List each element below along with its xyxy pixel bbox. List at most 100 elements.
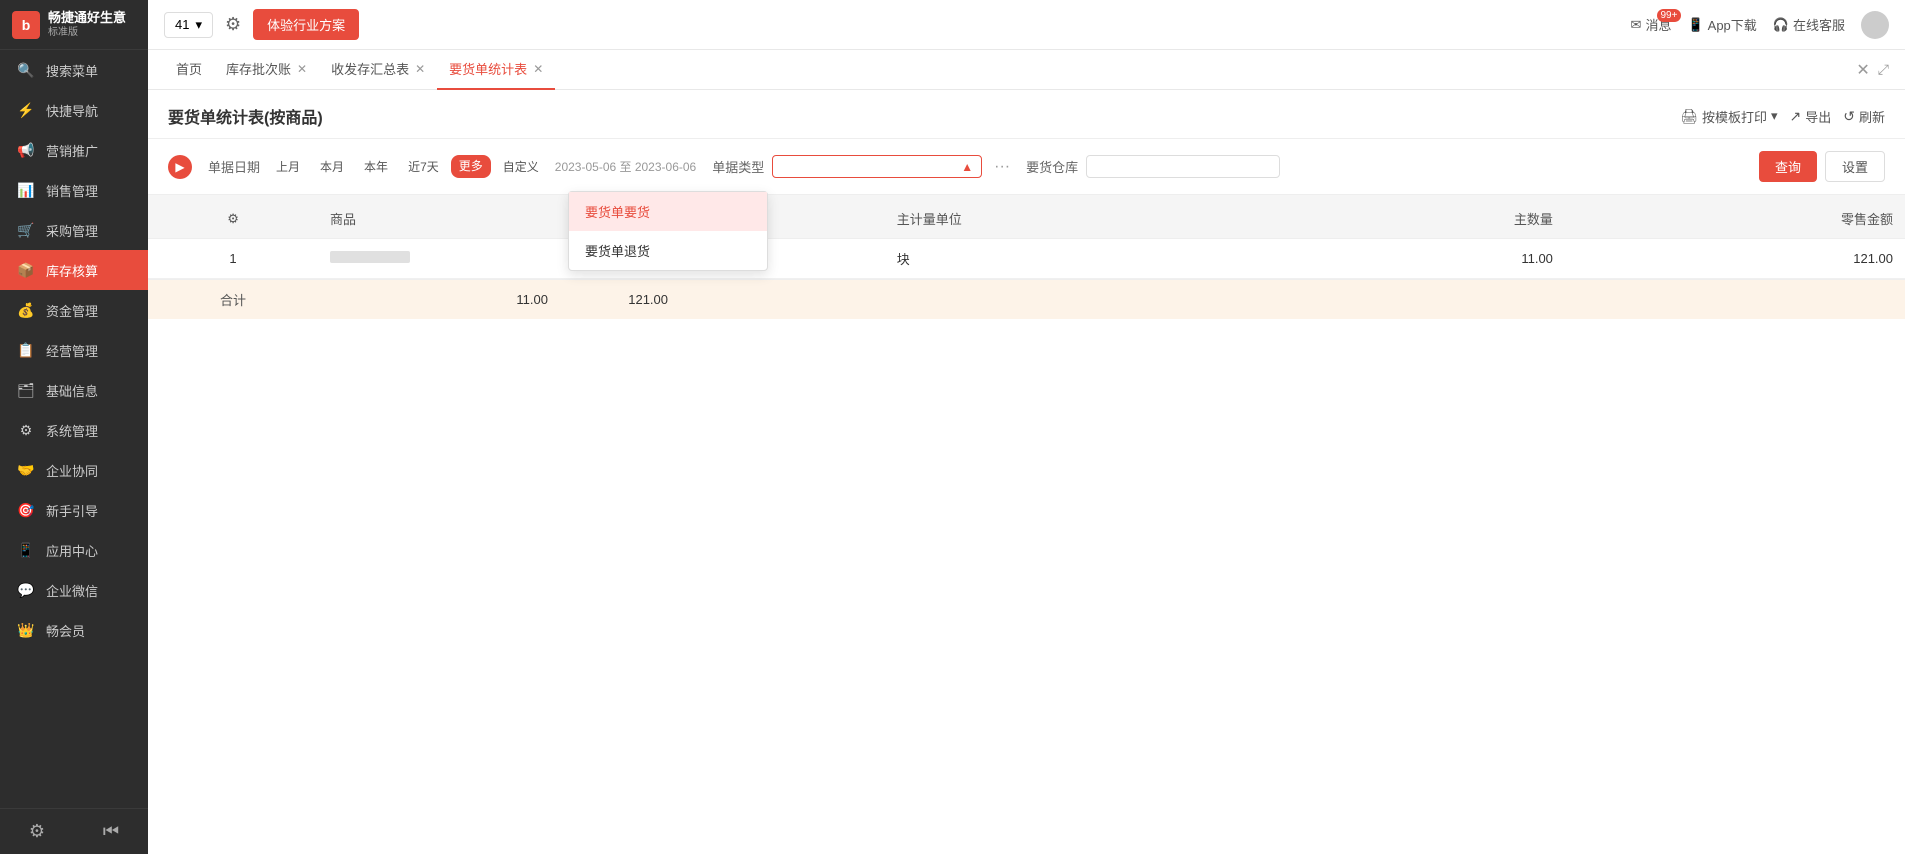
collapse-icon[interactable]: ⏮	[95, 817, 127, 846]
date-range-buttons: 上月 本月 本年 近7天 更多 自定义	[268, 155, 547, 178]
export-icon: ↗	[1790, 108, 1802, 125]
sidebar-item-sales[interactable]: 📊 销售管理	[0, 170, 148, 210]
filter-more-icon[interactable]: ···	[994, 158, 1010, 176]
tab-close-all[interactable]: ✕ ⤢	[1856, 60, 1889, 80]
sidebar-item-quicknav[interactable]: ⚡ 快捷导航	[0, 90, 148, 130]
settings-icon[interactable]: ⚙	[21, 817, 53, 846]
type-select-input[interactable]	[781, 159, 957, 174]
table-row: 1 块 11.00 121.00	[148, 239, 1905, 279]
tab-home[interactable]: 首页	[164, 50, 214, 90]
query-button[interactable]: 查询	[1759, 151, 1817, 182]
tab-inventory_batch[interactable]: 库存批次账✕	[214, 50, 319, 90]
page-area: 要货单统计表(按商品) 🖨 按模板打印 ▾ ↗ 导出 ↺ 刷新 ▶	[148, 90, 1905, 854]
inventory-icon: 📦	[16, 260, 36, 280]
dropdown-item-2[interactable]: 要货单退货	[569, 231, 767, 270]
col-settings-icon[interactable]: ⚙	[227, 211, 239, 226]
refresh-icon: ↺	[1843, 108, 1855, 125]
sidebar-label-quicknav: 快捷导航	[46, 101, 98, 120]
tab-close-order_summary[interactable]: ✕	[533, 62, 543, 76]
sidebar-item-marketing[interactable]: 📢 营销推广	[0, 130, 148, 170]
chevron-down-icon: ▾	[195, 17, 202, 33]
footer-amount: 121.00	[560, 292, 680, 307]
cell-amount-0: 121.00	[1565, 239, 1905, 279]
sidebar-item-basic[interactable]: 🗂 基础信息	[0, 370, 148, 410]
sidebar-label-basic: 基础信息	[46, 381, 98, 400]
page-header-actions: 🖨 按模板打印 ▾ ↗ 导出 ↺ 刷新	[1680, 107, 1885, 126]
sidebar-label-enterprise: 企业协同	[46, 461, 98, 480]
sidebar-label-guide: 新手引导	[46, 501, 98, 520]
topbar: 41 ▾ ⚙ 体验行业方案 ✉ 消息 99+ 📱 App下载 🎧 在线客服	[148, 0, 1905, 50]
print-button[interactable]: 🖨 按模板打印 ▾	[1680, 107, 1777, 126]
logo-icon: b	[12, 11, 40, 39]
sidebar-bottom: ⚙ ⏮	[0, 808, 148, 854]
sidebar-item-search[interactable]: 🔍 搜索菜单	[0, 50, 148, 90]
messages-button[interactable]: ✉ 消息 99+	[1631, 15, 1672, 34]
app-download-button[interactable]: 📱 App下载	[1687, 15, 1756, 34]
company-selector[interactable]: 41 ▾	[164, 12, 213, 38]
export-button[interactable]: ↗ 导出	[1790, 107, 1832, 126]
sidebar-label-inventory: 库存核算	[46, 261, 98, 280]
sidebar-item-purchase[interactable]: 🛒 采购管理	[0, 210, 148, 250]
dropdown-item-1[interactable]: 要货单要货	[569, 192, 767, 231]
filter-settings-button[interactable]: 设置	[1825, 151, 1885, 182]
sidebar-label-marketing: 营销推广	[46, 141, 98, 160]
close-all-icon: ✕	[1856, 60, 1869, 80]
tab-label-order_summary: 要货单统计表	[449, 59, 527, 78]
sidebar-item-appstore[interactable]: 📱 应用中心	[0, 530, 148, 570]
app-logo: b 畅捷通好生意 标准版	[0, 0, 148, 50]
message-icon: ✉	[1631, 17, 1642, 33]
search-icon: 🔍	[16, 60, 36, 80]
vip-icon: 👑	[16, 620, 36, 640]
sidebar-item-system[interactable]: ⚙ 系统管理	[0, 410, 148, 450]
refresh-button[interactable]: ↺ 刷新	[1843, 107, 1885, 126]
footer-qty: 11.00	[440, 292, 560, 307]
wechat-icon: 💬	[16, 580, 36, 600]
cell-unit-0: 块	[885, 239, 1225, 279]
quicknav-icon: ⚡	[16, 100, 36, 120]
trial-button[interactable]: 体验行业方案	[253, 9, 359, 40]
sidebar-item-vip[interactable]: 👑 畅会员	[0, 610, 148, 650]
this-month-btn[interactable]: 本月	[312, 155, 352, 178]
tab-close-inventory_batch[interactable]: ✕	[297, 62, 307, 76]
sidebar-item-inventory[interactable]: 📦 库存核算	[0, 250, 148, 290]
sidebar: b 畅捷通好生意 标准版 🔍 搜索菜单 ⚡ 快捷导航 📢 营销推广 📊 销售管理…	[0, 0, 148, 854]
print-icon: 🖨	[1680, 108, 1698, 125]
date-filter-group: 单据日期 上月 本月 本年 近7天 更多 自定义 2023-05-06 至 20…	[208, 155, 696, 178]
sidebar-item-guide[interactable]: 🎯 新手引导	[0, 490, 148, 530]
online-service-button[interactable]: 🎧 在线客服	[1773, 15, 1845, 34]
main-content: 41 ▾ ⚙ 体验行业方案 ✉ 消息 99+ 📱 App下载 🎧 在线客服	[148, 0, 1905, 854]
operation-icon: 📋	[16, 340, 36, 360]
sidebar-label-wechat: 企业微信	[46, 581, 98, 600]
tab-close-receive_summary[interactable]: ✕	[415, 62, 425, 76]
filter-expand-button[interactable]: ▶	[168, 155, 192, 179]
type-filter-group: 单据类型 ▲ ···	[712, 155, 1010, 178]
last-7-days-btn[interactable]: 近7天	[400, 155, 447, 178]
filter-actions: 查询 设置	[1759, 151, 1885, 182]
marketing-icon: 📢	[16, 140, 36, 160]
tab-label-receive_summary: 收发存汇总表	[331, 59, 409, 78]
prev-month-btn[interactable]: 上月	[268, 155, 308, 178]
page-title: 要货单统计表(按商品)	[168, 104, 323, 128]
maximize-icon: ⤢	[1878, 61, 1889, 78]
tab-order_summary[interactable]: 要货单统计表 ✕	[437, 50, 555, 90]
warehouse-input[interactable]	[1086, 155, 1280, 178]
sidebar-item-finance[interactable]: 💰 资金管理	[0, 290, 148, 330]
sidebar-item-operation[interactable]: 📋 经营管理	[0, 330, 148, 370]
sidebar-label-appstore: 应用中心	[46, 541, 98, 560]
type-select-box[interactable]: ▲	[772, 155, 982, 178]
table-footer: 合计 11.00 121.00	[148, 279, 1905, 319]
col-qty-header: 主数量	[1225, 199, 1565, 239]
more-dates-btn[interactable]: 更多	[451, 155, 491, 178]
footer-label: 合计	[160, 290, 440, 309]
page-header: 要货单统计表(按商品) 🖨 按模板打印 ▾ ↗ 导出 ↺ 刷新	[148, 90, 1905, 139]
user-avatar[interactable]	[1861, 11, 1889, 39]
sidebar-item-wechat[interactable]: 💬 企业微信	[0, 570, 148, 610]
table-header-row: ⚙ 商品 主计量单位 主数量 零售金额	[148, 199, 1905, 239]
custom-date-btn[interactable]: 自定义	[495, 155, 547, 178]
sidebar-label-operation: 经营管理	[46, 341, 98, 360]
topbar-settings-icon[interactable]: ⚙	[225, 14, 241, 35]
service-icon: 🎧	[1773, 17, 1789, 33]
sidebar-item-enterprise[interactable]: 🤝 企业协同	[0, 450, 148, 490]
tab-receive_summary[interactable]: 收发存汇总表 ✕	[319, 50, 437, 90]
this-year-btn[interactable]: 本年	[356, 155, 396, 178]
